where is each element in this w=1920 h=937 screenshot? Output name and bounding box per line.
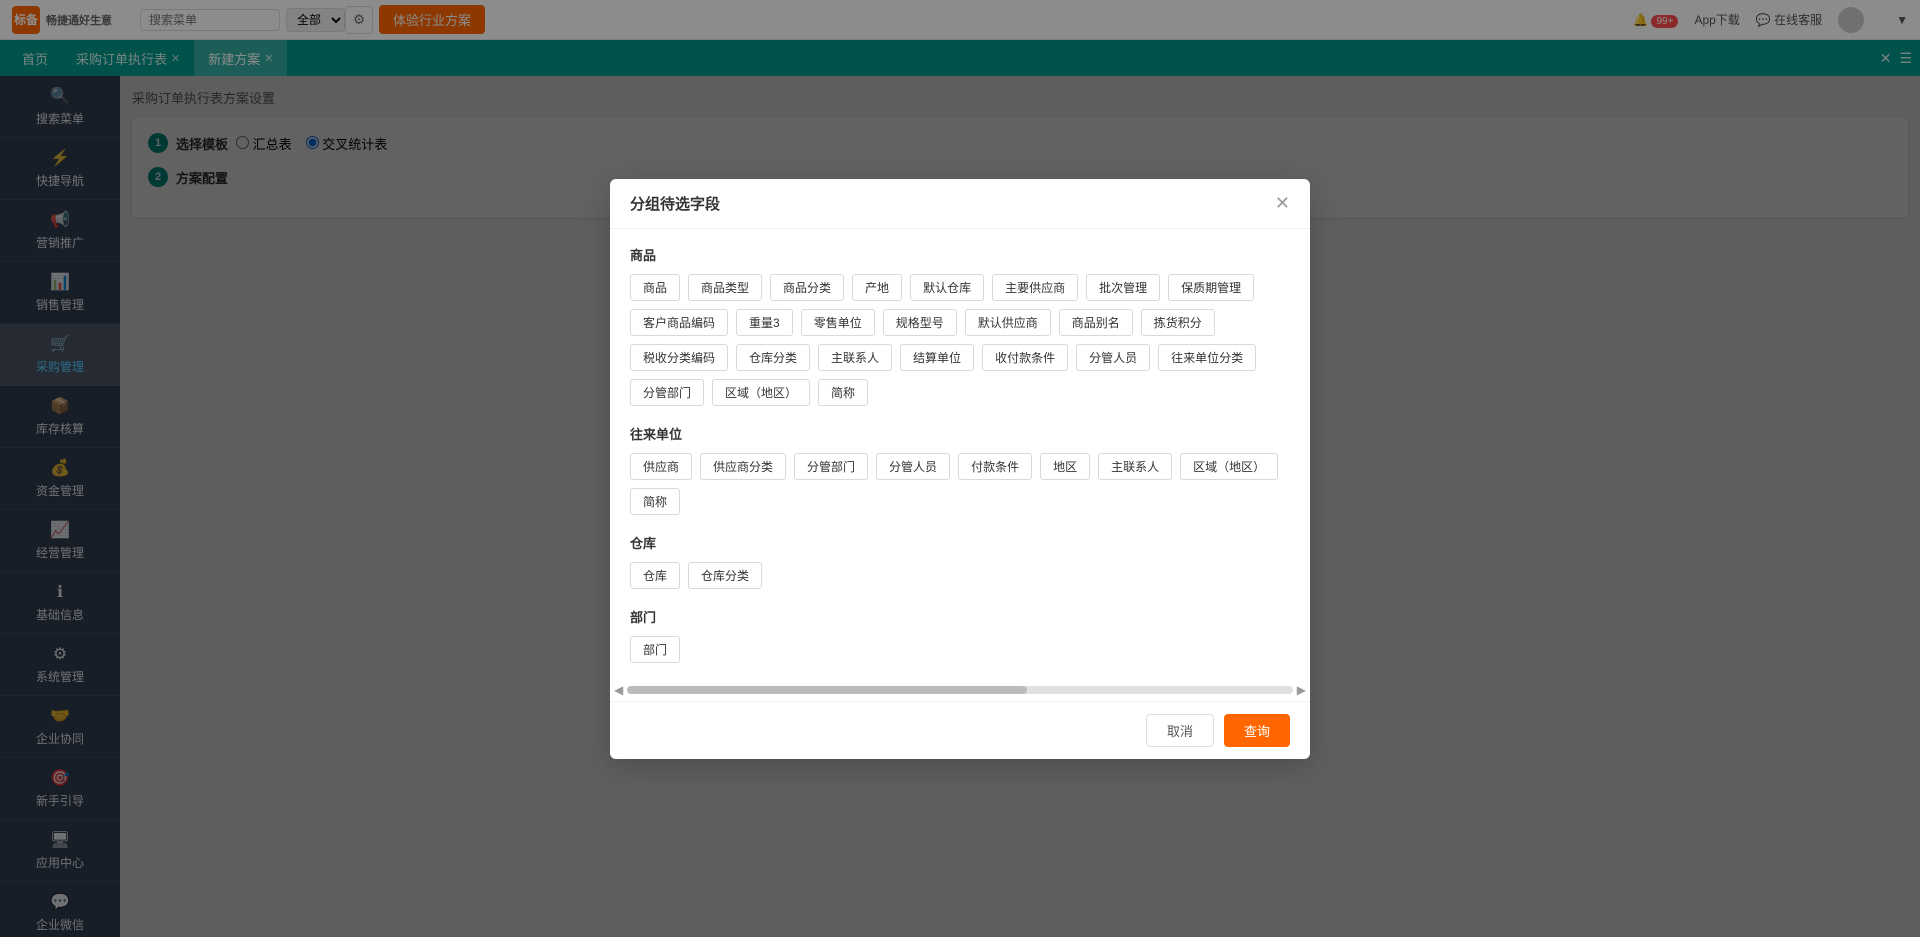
field-tag-region-partner[interactable]: 区域（地区）: [1180, 453, 1278, 480]
dept-tags: 部门: [630, 636, 1290, 663]
field-tag-short-name-goods[interactable]: 简称: [818, 379, 868, 406]
field-tag-tax-code[interactable]: 税收分类编码: [630, 344, 728, 371]
section-dept: 部门 部门: [630, 607, 1290, 663]
partner-tags: 供应商 供应商分类 分管部门 分管人员 付款条件 地区 主联系人 区域（地区） …: [630, 453, 1290, 515]
field-tag-supplier-cat[interactable]: 供应商分类: [700, 453, 786, 480]
field-tag-goods[interactable]: 商品: [630, 274, 680, 301]
field-tag-region-goods[interactable]: 区域（地区）: [712, 379, 810, 406]
section-goods: 商品 商品 商品类型 商品分类 产地 默认仓库 主要供应商 批次管理 保质期管理…: [630, 245, 1290, 406]
field-tag-default-warehouse[interactable]: 默认仓库: [910, 274, 984, 301]
section-partner: 往来单位 供应商 供应商分类 分管部门 分管人员 付款条件 地区 主联系人 区域…: [630, 424, 1290, 515]
field-tag-main-contact[interactable]: 主联系人: [818, 344, 892, 371]
field-tag-goods-type[interactable]: 商品类型: [688, 274, 762, 301]
field-tag-shelf-life[interactable]: 保质期管理: [1168, 274, 1254, 301]
close-icon: ✕: [1275, 193, 1290, 213]
modal-body: 商品 商品 商品类型 商品分类 产地 默认仓库 主要供应商 批次管理 保质期管理…: [610, 229, 1310, 683]
field-tag-dept-in-charge[interactable]: 分管部门: [630, 379, 704, 406]
field-tag-spec-model[interactable]: 规格型号: [883, 309, 957, 336]
modal-footer: 取消 查询: [610, 701, 1310, 759]
field-tag-main-contact2[interactable]: 主联系人: [1098, 453, 1172, 480]
modal-header: 分组待选字段 ✕: [610, 179, 1310, 229]
confirm-button[interactable]: 查询: [1224, 714, 1290, 747]
field-tag-goods-category[interactable]: 商品分类: [770, 274, 844, 301]
field-tag-warehouse-cat[interactable]: 仓库分类: [736, 344, 810, 371]
cancel-button[interactable]: 取消: [1146, 714, 1214, 747]
field-tag-payment-cond[interactable]: 付款条件: [958, 453, 1032, 480]
field-tag-warehouse-category[interactable]: 仓库分类: [688, 562, 762, 589]
field-select-modal: 分组待选字段 ✕ 商品 商品 商品类型 商品分类 产地 默认仓库 主要供应商 批…: [610, 179, 1310, 759]
field-tag-batch[interactable]: 批次管理: [1086, 274, 1160, 301]
section-goods-title: 商品: [630, 245, 1290, 264]
field-tag-dept2[interactable]: 分管部门: [794, 453, 868, 480]
modal-title: 分组待选字段: [630, 193, 720, 214]
warehouse-tags: 仓库 仓库分类: [630, 562, 1290, 589]
field-tag-partner-cat[interactable]: 往来单位分类: [1158, 344, 1256, 371]
field-tag-main-supplier[interactable]: 主要供应商: [992, 274, 1078, 301]
field-tag-payment-terms[interactable]: 收付款条件: [982, 344, 1068, 371]
field-tag-pick-points[interactable]: 拣货积分: [1141, 309, 1215, 336]
modal-scrollbar-area: ◀ ▶: [610, 683, 1310, 701]
field-tag-default-supplier[interactable]: 默认供应商: [965, 309, 1051, 336]
field-tag-short-name-partner[interactable]: 简称: [630, 488, 680, 515]
field-tag-weight3[interactable]: 重量3: [736, 309, 793, 336]
section-partner-title: 往来单位: [630, 424, 1290, 443]
goods-tags: 商品 商品类型 商品分类 产地 默认仓库 主要供应商 批次管理 保质期管理 客户…: [630, 274, 1290, 406]
section-dept-title: 部门: [630, 607, 1290, 626]
field-tag-goods-alias[interactable]: 商品别名: [1059, 309, 1133, 336]
horizontal-scrollbar[interactable]: [627, 686, 1293, 694]
field-tag-area[interactable]: 地区: [1040, 453, 1090, 480]
field-tag-manager[interactable]: 分管人员: [1076, 344, 1150, 371]
field-tag-manager2[interactable]: 分管人员: [876, 453, 950, 480]
modal-close-button[interactable]: ✕: [1275, 193, 1290, 214]
field-tag-customer-code[interactable]: 客户商品编码: [630, 309, 728, 336]
section-warehouse: 仓库 仓库 仓库分类: [630, 533, 1290, 589]
field-tag-retail-unit[interactable]: 零售单位: [801, 309, 875, 336]
field-tag-warehouse[interactable]: 仓库: [630, 562, 680, 589]
modal-overlay: 分组待选字段 ✕ 商品 商品 商品类型 商品分类 产地 默认仓库 主要供应商 批…: [0, 0, 1920, 937]
field-tag-origin[interactable]: 产地: [852, 274, 902, 301]
field-tag-supplier[interactable]: 供应商: [630, 453, 692, 480]
field-tag-dept[interactable]: 部门: [630, 636, 680, 663]
field-tag-settle-unit[interactable]: 结算单位: [900, 344, 974, 371]
section-warehouse-title: 仓库: [630, 533, 1290, 552]
